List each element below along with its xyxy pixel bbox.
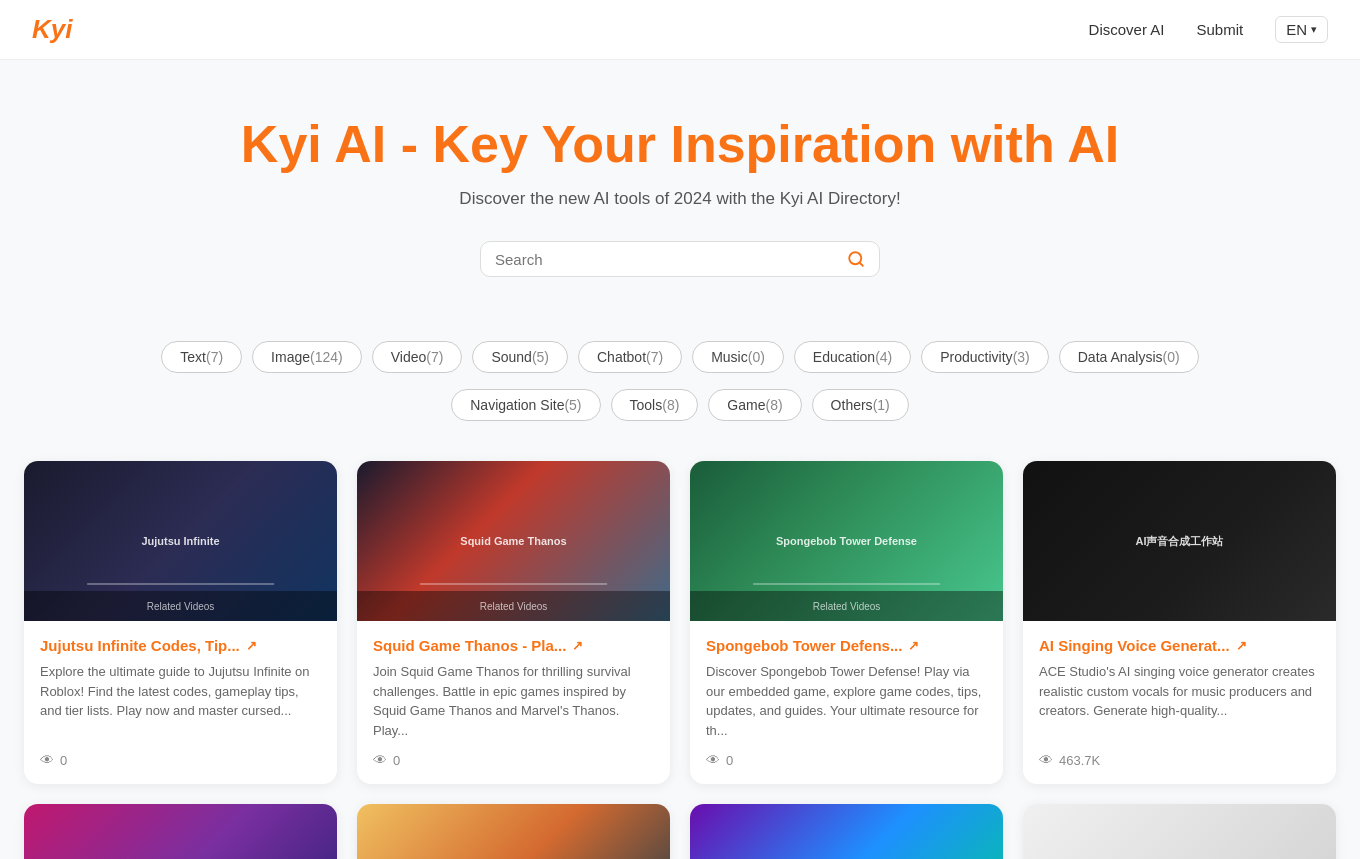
card-footer: 👁 0 <box>706 752 987 768</box>
thumb-bar: Related Videos <box>357 591 670 621</box>
filter-tag-chatbot[interactable]: Chatbot(7) <box>578 341 682 373</box>
search-container <box>24 241 1336 277</box>
card-title: Spongebob Tower Defens... ↗ <box>706 637 987 654</box>
filter-tag-sound[interactable]: Sound(5) <box>472 341 568 373</box>
filter-tag-navigation-site[interactable]: Navigation Site(5) <box>451 389 600 421</box>
language-selector[interactable]: EN ▾ <box>1275 16 1328 43</box>
card-thumbnail: AI Baby Generator <box>24 804 337 859</box>
card-title: Jujutsu Infinite Codes, Tip... ↗ <box>40 637 321 654</box>
card-thumbnail: Design anything like a pro <box>1023 804 1336 859</box>
views-icon: 👁 <box>706 752 720 768</box>
card-thumbnail: Spongebob Tower Defense Related Videos <box>690 461 1003 621</box>
card-content: Squid Game Thanos - Pla... ↗ Join Squid … <box>357 621 670 784</box>
external-link-icon: ↗ <box>1236 638 1247 653</box>
thumb-label: Jujutsu Infinite <box>55 485 305 597</box>
card-thumbnail: AI声音合成工作站 <box>1023 461 1336 621</box>
filter-tag-education[interactable]: Education(4) <box>794 341 911 373</box>
filter-tag-data-analysis[interactable]: Data Analysis(0) <box>1059 341 1199 373</box>
card-item[interactable]: Squid Game Thanos Related Videos Squid G… <box>357 461 670 784</box>
card-views: 0 <box>726 753 733 768</box>
thumb-bar-text: Related Videos <box>813 601 881 612</box>
thumb-label: 在几秒钟内创建并掌天关于笔记 <box>388 825 638 859</box>
card-item[interactable]: Spongebob Tower Defense Related Videos S… <box>690 461 1003 784</box>
filter-tag-image[interactable]: Image(124) <box>252 341 362 373</box>
card-footer: 👁 0 <box>373 752 654 768</box>
card-content: Jujutsu Infinite Codes, Tip... ↗ Explore… <box>24 621 337 784</box>
thumb-line <box>420 583 608 585</box>
cards-section: Jujutsu Infinite Related Videos Jujutsu … <box>0 437 1360 859</box>
lang-arrow-icon: ▾ <box>1311 23 1317 36</box>
card-title: Squid Game Thanos - Pla... ↗ <box>373 637 654 654</box>
card-thumbnail: 在几秒钟内创建并掌天关于笔记 <box>357 804 670 859</box>
card-footer: 👁 0 <box>40 752 321 768</box>
thumb-label: AI Baby Generator <box>55 825 305 859</box>
card-thumbnail: Jujutsu Infinite Related Videos <box>24 461 337 621</box>
card-views: 0 <box>60 753 67 768</box>
card-item[interactable]: Jujutsu Infinite Related Videos Jujutsu … <box>24 461 337 784</box>
card-content: Spongebob Tower Defens... ↗ Discover Spo… <box>690 621 1003 784</box>
thumb-label: AI声音合成工作站 <box>1054 485 1304 597</box>
hero-section: Kyi AI - Key Your Inspiration with AI Di… <box>0 60 1360 341</box>
card-item[interactable]: 在几秒钟内创建并掌天关于笔记 使用AI从你的课程材料中... ↗ AI-powe… <box>357 804 670 859</box>
card-footer: 👁 463.7K <box>1039 752 1320 768</box>
views-icon: 👁 <box>40 752 54 768</box>
card-item[interactable]: AI声音合成工作站 AI Singing Voice Generat... ↗ … <box>1023 461 1336 784</box>
nav-links: Discover AI Submit EN ▾ <box>1089 16 1328 43</box>
thumb-bar-text: Related Videos <box>480 601 548 612</box>
thumb-label: Spongebob Tower Defense <box>721 485 971 597</box>
thumb-label: Design anything like a pro <box>1054 825 1304 859</box>
thumb-label: Dynamic QR <box>721 825 971 859</box>
external-link-icon: ↗ <box>246 638 257 653</box>
thumb-bar: Related Videos <box>24 591 337 621</box>
navbar: Kyi Discover AI Submit EN ▾ <box>0 0 1360 60</box>
svg-line-1 <box>859 263 862 266</box>
cards-grid: Jujutsu Infinite Related Videos Jujutsu … <box>24 461 1336 859</box>
thumb-line <box>87 583 275 585</box>
search-box <box>480 241 880 277</box>
card-thumbnail: Squid Game Thanos Related Videos <box>357 461 670 621</box>
views-icon: 👁 <box>1039 752 1053 768</box>
filter-row-1: Text(7) Image(124) Video(7) Sound(5) Chatbot… <box>0 341 1360 389</box>
search-icon <box>847 250 865 268</box>
card-item[interactable]: AI Baby Generator AI Baby Generator For … <box>24 804 337 859</box>
filter-tag-game[interactable]: Game(8) <box>708 389 801 421</box>
submit-link[interactable]: Submit <box>1196 21 1243 38</box>
card-item[interactable]: Dynamic QR Create & Customize Your Dynam… <box>690 804 1003 859</box>
filter-tag-tools[interactable]: Tools(8) <box>611 389 699 421</box>
external-link-icon: ↗ <box>908 638 919 653</box>
card-description: Discover Spongebob Tower Defense! Play v… <box>706 662 987 740</box>
thumb-line <box>753 583 941 585</box>
hero-subtitle: Discover the new AI tools of 2024 with t… <box>24 189 1336 209</box>
views-icon: 👁 <box>373 752 387 768</box>
card-description: Join Squid Game Thanos for thrilling sur… <box>373 662 654 740</box>
logo[interactable]: Kyi <box>32 14 1089 45</box>
external-link-icon: ↗ <box>572 638 583 653</box>
hero-title: Kyi AI - Key Your Inspiration with AI <box>24 116 1336 173</box>
filter-tag-text[interactable]: Text(7) <box>161 341 242 373</box>
card-description: ACE Studio's AI singing voice generator … <box>1039 662 1320 740</box>
card-thumbnail: Dynamic QR <box>690 804 1003 859</box>
discover-ai-link[interactable]: Discover AI <box>1089 21 1165 38</box>
card-content: AI Singing Voice Generat... ↗ ACE Studio… <box>1023 621 1336 784</box>
card-views: 0 <box>393 753 400 768</box>
card-title: AI Singing Voice Generat... ↗ <box>1039 637 1320 654</box>
filter-tag-others[interactable]: Others(1) <box>812 389 909 421</box>
thumb-label: Squid Game Thanos <box>388 485 638 597</box>
filter-row-2: Navigation Site(5) Tools(8) Game(8) Others(… <box>0 389 1360 437</box>
card-views: 463.7K <box>1059 753 1100 768</box>
search-input[interactable] <box>495 251 839 268</box>
card-item[interactable]: Design anything like a pro Design anythi… <box>1023 804 1336 859</box>
thumb-bar-text: Related Videos <box>147 601 215 612</box>
card-description: Explore the ultimate guide to Jujutsu In… <box>40 662 321 740</box>
filter-tag-productivity[interactable]: Productivity(3) <box>921 341 1048 373</box>
filter-tag-music[interactable]: Music(0) <box>692 341 784 373</box>
thumb-bar: Related Videos <box>690 591 1003 621</box>
lang-label: EN <box>1286 21 1307 38</box>
search-button[interactable] <box>847 250 865 268</box>
filter-tag-video[interactable]: Video(7) <box>372 341 463 373</box>
